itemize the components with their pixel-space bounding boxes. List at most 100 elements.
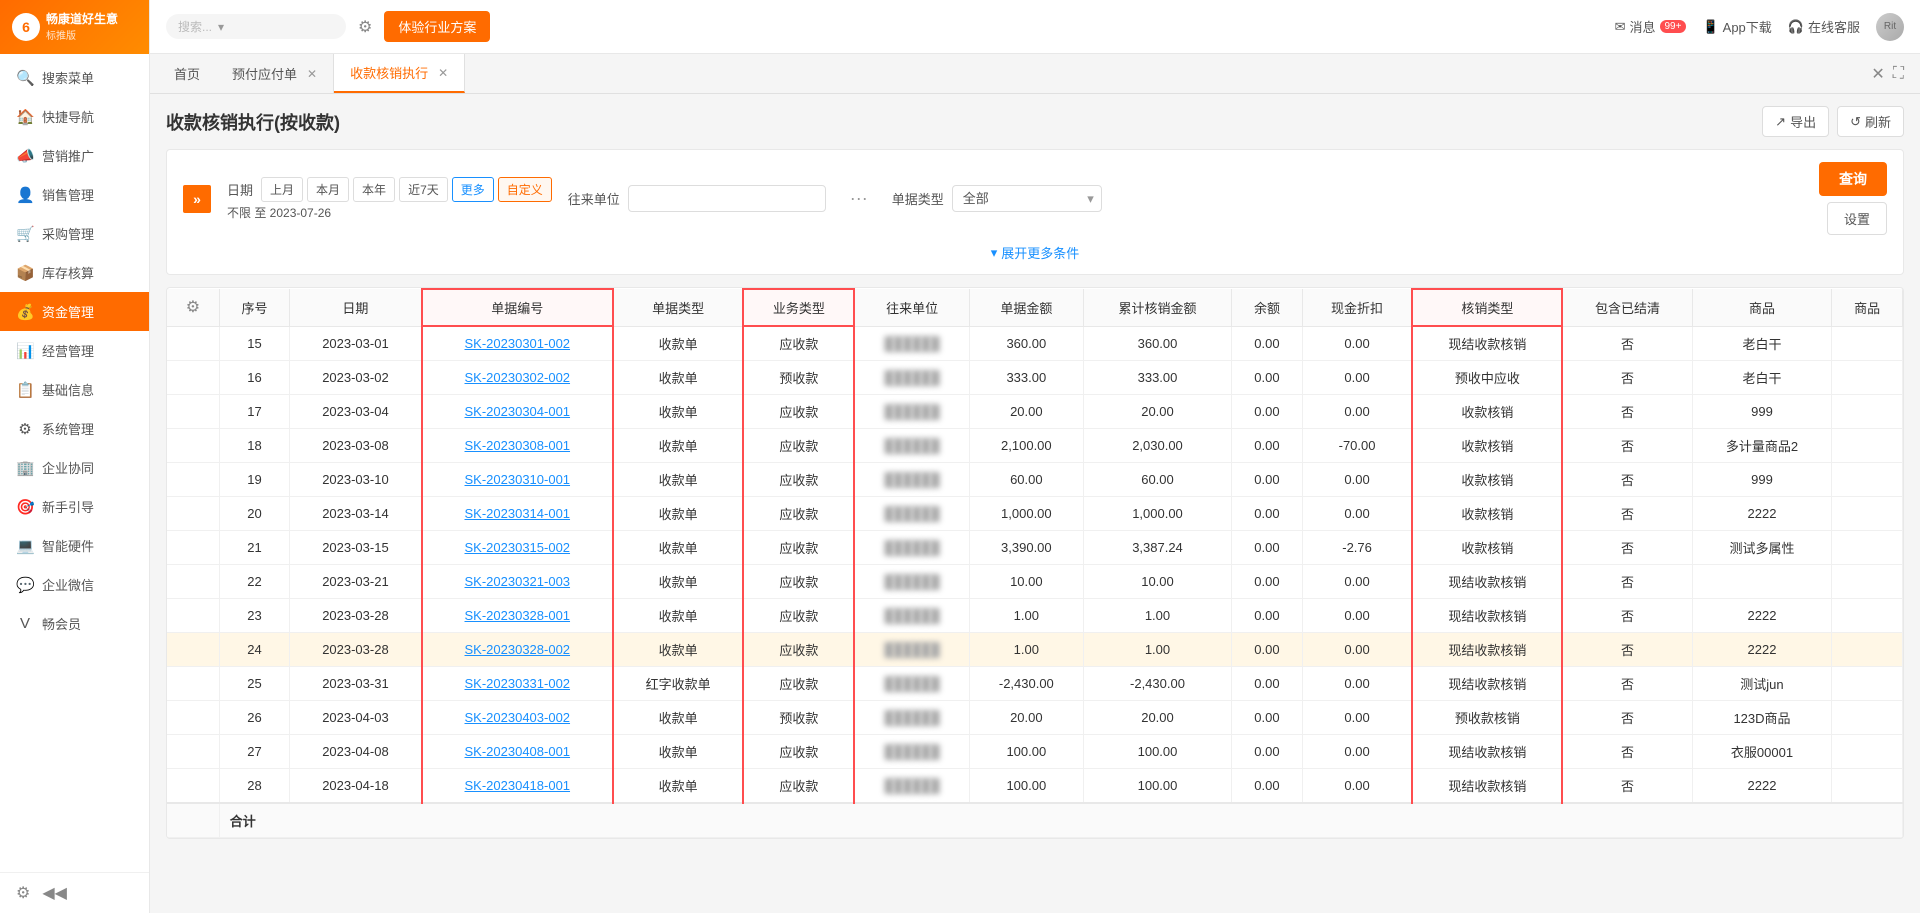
tab-collect[interactable]: 收款核销执行 ✕ [334,54,465,93]
message-button[interactable]: ✉ 消息 99+ [1615,17,1687,36]
row-doc-no[interactable]: SK-20230328-001 [422,599,613,633]
sidebar-item-hardware[interactable]: 💻 智能硬件 [0,526,149,565]
date-btn-thisyear[interactable]: 本年 [353,177,395,202]
row-settings-cell [167,326,219,361]
tab-expand-icon[interactable]: ⛶ [1893,65,1904,83]
row-accum-amount: 60.00 [1083,463,1231,497]
sidebar-item-purchase[interactable]: 🛒 采购管理 [0,214,149,253]
row-doc-no[interactable]: SK-20230321-003 [422,565,613,599]
row-goods2 [1832,701,1903,735]
row-balance: 0.00 [1232,361,1302,395]
row-doc-no[interactable]: SK-20230315-002 [422,531,613,565]
row-doc-no[interactable]: SK-20230408-001 [422,735,613,769]
sidebar-item-wechat[interactable]: 💬 企业微信 [0,565,149,604]
clipboard-icon: 📋 [16,381,34,399]
target-icon: 🎯 [16,498,34,516]
partner-input[interactable] [628,185,826,212]
tab-prepay-close-icon[interactable]: ✕ [307,67,317,81]
sidebar-item-search[interactable]: 🔍 搜索菜单 [0,58,149,97]
sidebar-item-corp[interactable]: 🏢 企业协同 [0,448,149,487]
row-doc-type: 收款单 [613,599,743,633]
row-doc-no[interactable]: SK-20230403-002 [422,701,613,735]
tab-home[interactable]: 首页 [158,54,216,93]
sidebar-item-quicknav[interactable]: 🏠 快捷导航 [0,97,149,136]
user-avatar[interactable]: Rit [1876,13,1904,41]
doctype-select[interactable]: 全部 收款单 红字收款单 [952,185,1102,212]
row-doc-no[interactable]: SK-20230328-002 [422,633,613,667]
header-gear-icon[interactable]: ⚙ [358,17,372,37]
sidebar-item-sales[interactable]: 👤 销售管理 [0,175,149,214]
row-goods2 [1832,667,1903,701]
col-doc-type: 单据类型 [613,289,743,326]
row-doc-no[interactable]: SK-20230331-002 [422,667,613,701]
settings-footer-icon[interactable]: ⚙ [16,883,30,903]
filter-expand-button[interactable]: » [183,185,211,213]
row-doc-no[interactable]: SK-20230304-001 [422,395,613,429]
setting-button[interactable]: 设置 [1827,202,1887,235]
row-cash-discount: -2.76 [1302,531,1412,565]
row-biz-type: 应收款 [743,769,854,804]
row-cash-discount: 0.00 [1302,326,1412,361]
row-doc-amount: 2,100.00 [969,429,1083,463]
export-button[interactable]: ↗ 导出 [1762,106,1829,137]
date-btn-thismonth[interactable]: 本月 [307,177,349,202]
query-button[interactable]: 查询 [1819,162,1887,196]
message-badge: 99+ [1660,20,1687,33]
row-doc-no[interactable]: SK-20230302-002 [422,361,613,395]
refresh-button[interactable]: ↺ 刷新 [1837,106,1904,137]
row-doc-no[interactable]: SK-20230418-001 [422,769,613,804]
row-doc-no[interactable]: SK-20230314-001 [422,497,613,531]
search-icon: 🔍 [16,69,34,87]
row-doc-type: 收款单 [613,429,743,463]
row-no: 20 [219,497,289,531]
tab-close-all-icon[interactable]: ✕ [1871,64,1884,84]
col-doc-no[interactable]: 单据编号 [422,289,613,326]
total-label: 合计 [219,803,1902,838]
date-btn-7days[interactable]: 近7天 [399,177,448,202]
industry-solution-button[interactable]: 体验行业方案 [384,11,490,42]
col-biz-type[interactable]: 业务类型 [743,289,854,326]
row-no: 22 [219,565,289,599]
row-accum-amount: 1.00 [1083,599,1231,633]
partner-filter: 往来单位 [568,185,826,212]
date-btn-custom[interactable]: 自定义 [498,177,552,202]
tab-prepay[interactable]: 预付应付单 ✕ [216,54,334,93]
sidebar-item-basic[interactable]: 📋 基础信息 [0,370,149,409]
date-btn-more[interactable]: 更多 [452,177,494,202]
header-search[interactable]: 搜索... ▾ [166,14,346,39]
row-biz-type: 应收款 [743,565,854,599]
sidebar-item-guide[interactable]: 🎯 新手引导 [0,487,149,526]
row-date: 2023-03-28 [290,599,422,633]
row-no: 17 [219,395,289,429]
table-settings-button[interactable]: ⚙ [186,297,200,317]
row-goods: 2222 [1692,599,1832,633]
row-doc-no[interactable]: SK-20230308-001 [422,429,613,463]
table-row: 19 2023-03-10 SK-20230310-001 收款单 应收款 ██… [167,463,1903,497]
col-verify-type[interactable]: 核销类型 [1412,289,1562,326]
row-include-cleared: 否 [1562,497,1692,531]
row-goods: 老白干 [1692,361,1832,395]
sidebar-item-inventory[interactable]: 📦 库存核算 [0,253,149,292]
table-scroll[interactable]: ⚙ 序号 日期 单据编号 单据类型 业务类型 往来单位 单据金额 累计核销金额 … [167,288,1903,838]
tab-collect-close-icon[interactable]: ✕ [438,66,448,80]
data-table: ⚙ 序号 日期 单据编号 单据类型 业务类型 往来单位 单据金额 累计核销金额 … [167,288,1903,838]
date-btn-lastmonth[interactable]: 上月 [261,177,303,202]
online-service-button[interactable]: 🎧 在线客服 [1788,17,1860,36]
col-settings[interactable]: ⚙ [167,289,219,326]
page-content: 收款核销执行(按收款) ↗ 导出 ↺ 刷新 » 日期 [150,94,1920,913]
row-doc-no[interactable]: SK-20230301-002 [422,326,613,361]
sidebar-item-system[interactable]: ⚙ 系统管理 [0,409,149,448]
row-accum-amount: 1.00 [1083,633,1231,667]
expand-more-button[interactable]: ▾ 展开更多条件 [991,243,1080,262]
sidebar-item-operations[interactable]: 📊 经营管理 [0,331,149,370]
sidebar-item-marketing[interactable]: 📣 营销推广 [0,136,149,175]
row-balance: 0.00 [1232,326,1302,361]
row-accum-amount: 100.00 [1083,735,1231,769]
collapse-icon[interactable]: ◀◀ [42,883,67,903]
row-date: 2023-03-21 [290,565,422,599]
sidebar-item-finance[interactable]: 💰 资金管理 [0,292,149,331]
row-doc-no[interactable]: SK-20230310-001 [422,463,613,497]
filter-actions: 查询 设置 [1819,162,1887,235]
sidebar-item-member[interactable]: V 畅会员 [0,604,149,643]
app-download-button[interactable]: 📱 App下载 [1702,17,1771,36]
